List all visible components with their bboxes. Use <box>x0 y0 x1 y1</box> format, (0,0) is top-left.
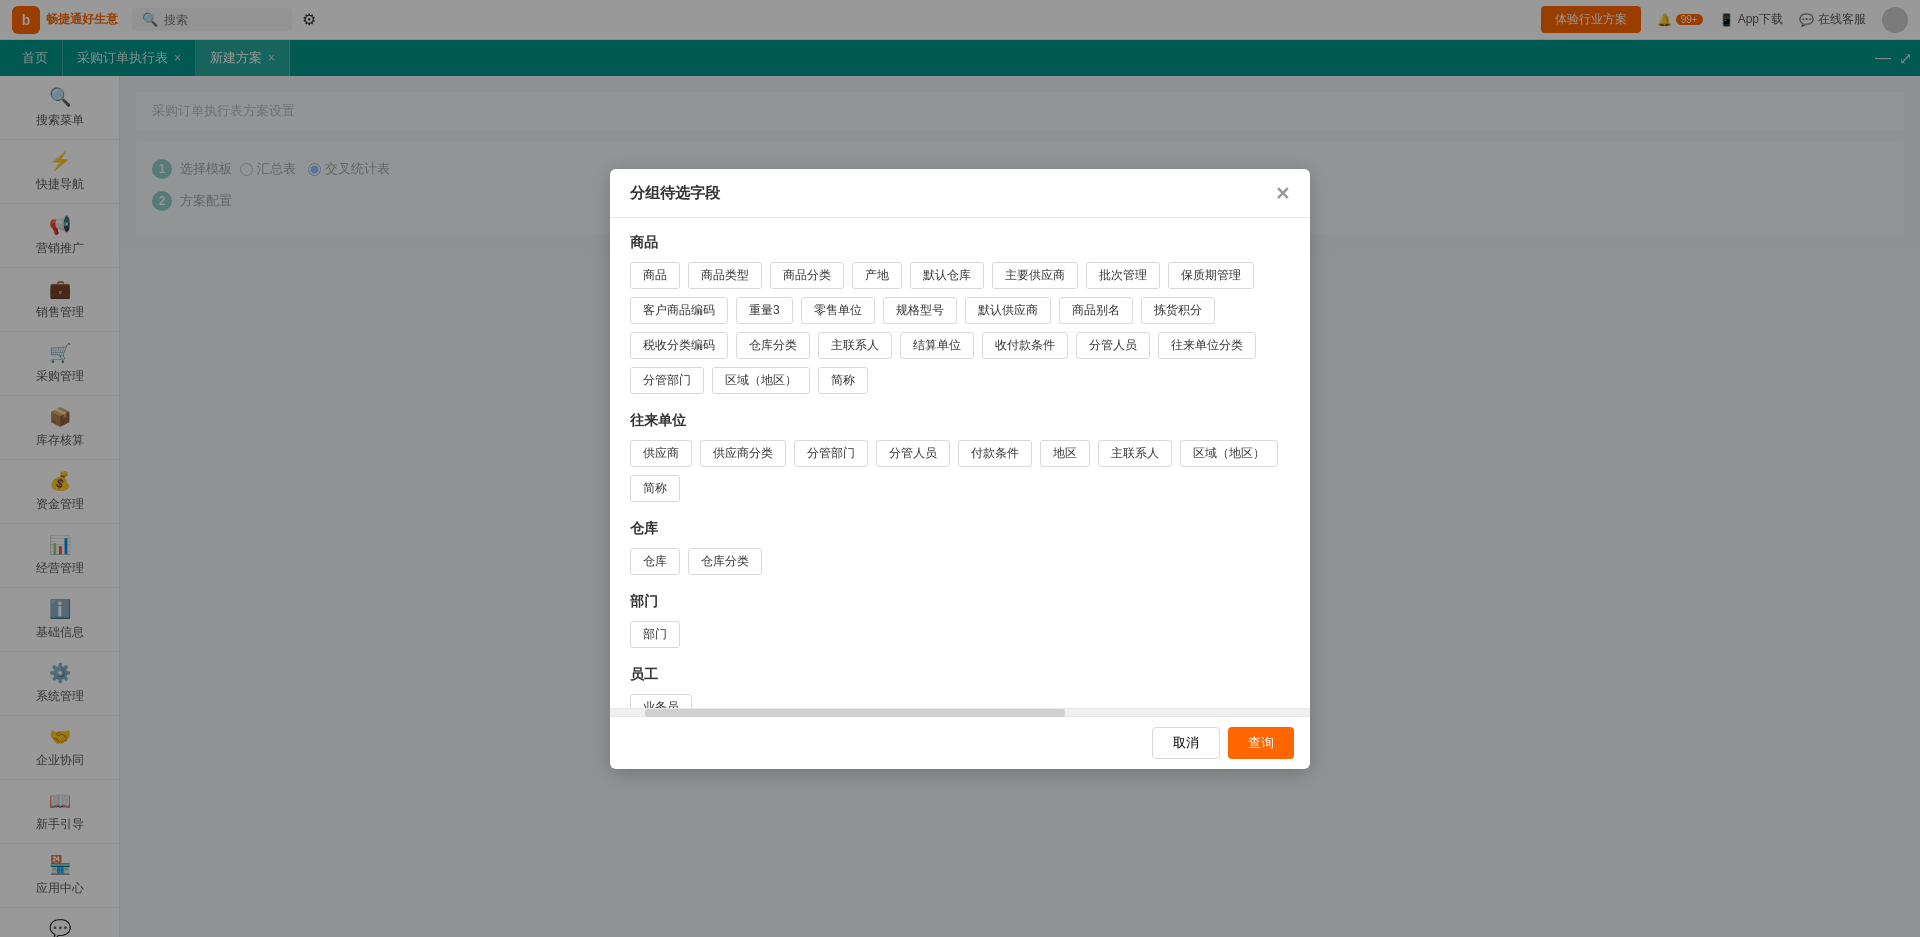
field-area[interactable]: 地区 <box>1040 440 1090 467</box>
field-partner-region[interactable]: 区域（地区） <box>1180 440 1278 467</box>
partner-fields: 供应商 供应商分类 分管部门 分管人员 付款条件 地区 主联系人 区域（地区） … <box>630 440 1290 502</box>
section-department-title: 部门 <box>630 593 1290 611</box>
modal-footer: 取消 查询 <box>610 716 1310 769</box>
field-supplier[interactable]: 供应商 <box>630 440 692 467</box>
cancel-button[interactable]: 取消 <box>1152 727 1220 759</box>
section-product-title: 商品 <box>630 234 1290 252</box>
field-region[interactable]: 区域（地区） <box>712 367 810 394</box>
modal-header: 分组待选字段 ✕ <box>610 169 1310 218</box>
employee-fields: 业务员 <box>630 694 1290 708</box>
section-warehouse: 仓库 仓库 仓库分类 <box>630 520 1290 575</box>
field-partner-category[interactable]: 往来单位分类 <box>1158 332 1256 359</box>
section-partner-title: 往来单位 <box>630 412 1290 430</box>
modal-close-icon[interactable]: ✕ <box>1275 183 1290 205</box>
modal-hscroll <box>610 708 1310 716</box>
section-warehouse-title: 仓库 <box>630 520 1290 538</box>
field-product[interactable]: 商品 <box>630 262 680 289</box>
field-default-supplier[interactable]: 默认供应商 <box>965 297 1051 324</box>
warehouse-fields: 仓库 仓库分类 <box>630 548 1290 575</box>
field-expiry-mgmt[interactable]: 保质期管理 <box>1168 262 1254 289</box>
section-employee: 员工 业务员 <box>630 666 1290 708</box>
field-partner-person[interactable]: 分管人员 <box>876 440 950 467</box>
field-origin[interactable]: 产地 <box>852 262 902 289</box>
field-settlement-unit[interactable]: 结算单位 <box>900 332 974 359</box>
section-partner: 往来单位 供应商 供应商分类 分管部门 分管人员 付款条件 地区 主联系人 区域… <box>630 412 1290 502</box>
field-spec-model[interactable]: 规格型号 <box>883 297 957 324</box>
field-pay-terms[interactable]: 付款条件 <box>958 440 1032 467</box>
modal-body: 商品 商品 商品类型 商品分类 产地 默认仓库 主要供应商 批次管理 保质期管理… <box>610 218 1310 708</box>
department-fields: 部门 <box>630 621 1290 648</box>
field-supervisor[interactable]: 分管人员 <box>1076 332 1150 359</box>
field-department[interactable]: 部门 <box>630 621 680 648</box>
field-tax-code[interactable]: 税收分类编码 <box>630 332 728 359</box>
field-warehouse-category[interactable]: 仓库分类 <box>736 332 810 359</box>
field-partner-abbr[interactable]: 简称 <box>630 475 680 502</box>
section-employee-title: 员工 <box>630 666 1290 684</box>
field-weight[interactable]: 重量3 <box>736 297 793 324</box>
field-partner-dept[interactable]: 分管部门 <box>794 440 868 467</box>
modal-overlay: 分组待选字段 ✕ 商品 商品 商品类型 商品分类 产地 默认仓库 主要供应商 批… <box>0 0 1920 937</box>
field-warehouse-cat[interactable]: 仓库分类 <box>688 548 762 575</box>
field-product-type[interactable]: 商品类型 <box>688 262 762 289</box>
field-batch-mgmt[interactable]: 批次管理 <box>1086 262 1160 289</box>
field-short-name[interactable]: 简称 <box>818 367 868 394</box>
modal-title: 分组待选字段 <box>630 184 720 203</box>
confirm-button[interactable]: 查询 <box>1228 727 1294 759</box>
field-supplier-category[interactable]: 供应商分类 <box>700 440 786 467</box>
field-main-contact[interactable]: 主联系人 <box>818 332 892 359</box>
field-payment-terms[interactable]: 收付款条件 <box>982 332 1068 359</box>
field-product-alias[interactable]: 商品别名 <box>1059 297 1133 324</box>
field-customer-code[interactable]: 客户商品编码 <box>630 297 728 324</box>
section-department: 部门 部门 <box>630 593 1290 648</box>
product-fields: 商品 商品类型 商品分类 产地 默认仓库 主要供应商 批次管理 保质期管理 客户… <box>630 262 1290 394</box>
field-retail-unit[interactable]: 零售单位 <box>801 297 875 324</box>
field-partner-contact[interactable]: 主联系人 <box>1098 440 1172 467</box>
field-pick-points[interactable]: 拣货积分 <box>1141 297 1215 324</box>
field-salesperson[interactable]: 业务员 <box>630 694 692 708</box>
section-product: 商品 商品 商品类型 商品分类 产地 默认仓库 主要供应商 批次管理 保质期管理… <box>630 234 1290 394</box>
field-main-supplier[interactable]: 主要供应商 <box>992 262 1078 289</box>
field-default-warehouse[interactable]: 默认仓库 <box>910 262 984 289</box>
field-dept-supervisor[interactable]: 分管部门 <box>630 367 704 394</box>
field-product-category[interactable]: 商品分类 <box>770 262 844 289</box>
field-selection-modal: 分组待选字段 ✕ 商品 商品 商品类型 商品分类 产地 默认仓库 主要供应商 批… <box>610 169 1310 769</box>
field-warehouse[interactable]: 仓库 <box>630 548 680 575</box>
